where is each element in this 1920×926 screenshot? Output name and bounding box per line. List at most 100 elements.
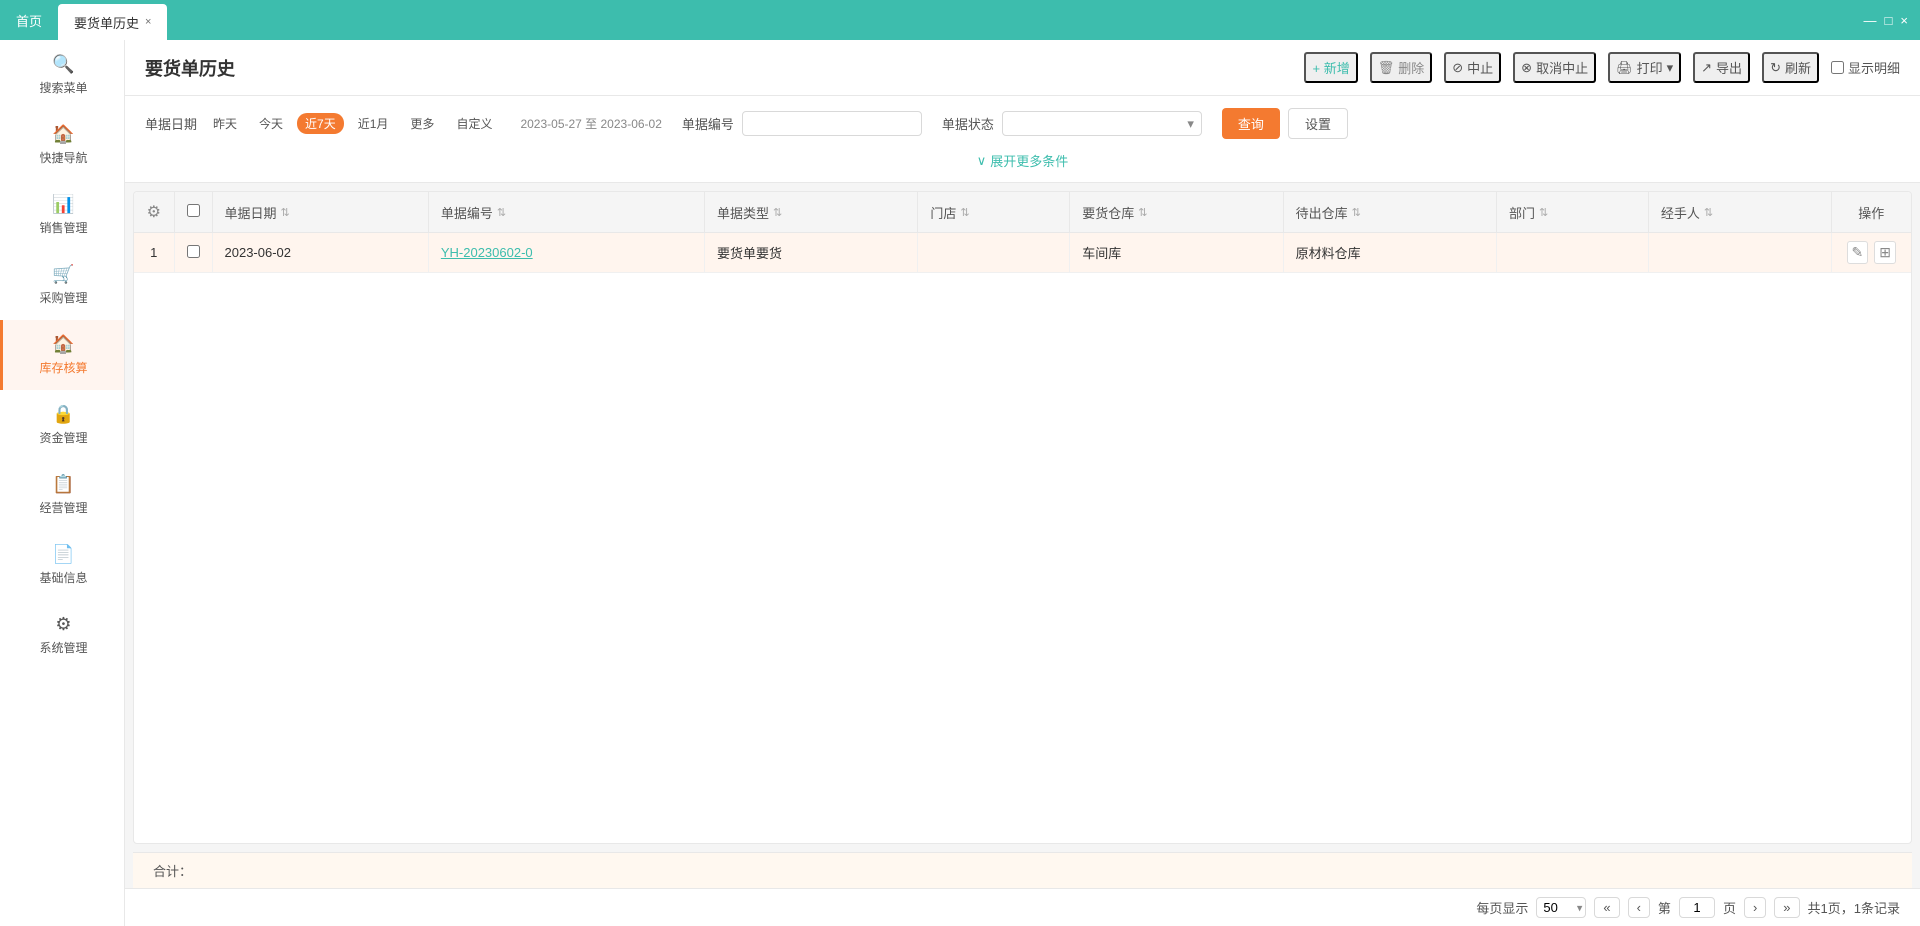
th-date-content: 单据日期 ⇅ bbox=[225, 203, 416, 222]
show-detail-checkbox[interactable] bbox=[1831, 61, 1844, 74]
page-label-suffix: 页 bbox=[1723, 898, 1736, 917]
new-button[interactable]: + 新增 bbox=[1304, 52, 1357, 83]
date-option-yesterday[interactable]: 昨天 bbox=[205, 113, 245, 134]
delete-icon: 🗑 bbox=[1378, 60, 1395, 76]
pending-warehouse-sort-icon[interactable]: ⇅ bbox=[1352, 206, 1361, 219]
current-page-input[interactable] bbox=[1679, 897, 1715, 918]
row-pendingwarehouse-0: 原材料仓库 bbox=[1283, 233, 1496, 273]
sidebar-item-sales-label: 销售管理 bbox=[39, 219, 87, 236]
date-option-custom[interactable]: 自定义 bbox=[448, 113, 500, 134]
doc-num-label: 单据编号 bbox=[682, 114, 734, 133]
doc-num-sort-icon[interactable]: ⇅ bbox=[497, 206, 506, 219]
sidebar-item-finance[interactable]: 🔒 资金管理 bbox=[0, 390, 124, 460]
last-page-btn[interactable]: » bbox=[1774, 897, 1799, 918]
refresh-button[interactable]: ↻ 刷新 bbox=[1762, 52, 1819, 83]
row-checkbox-0[interactable] bbox=[174, 233, 212, 273]
row-docnum-0[interactable]: YH-20230602-0 bbox=[428, 233, 704, 273]
purchase-icon: 🛒 bbox=[52, 264, 74, 285]
sidebar-item-system[interactable]: ⚙ 系统管理 bbox=[0, 600, 124, 670]
view-icon-0[interactable]: ⊞ bbox=[1874, 241, 1896, 264]
select-all-checkbox[interactable] bbox=[187, 204, 200, 217]
history-tab-label: 要货单历史 bbox=[74, 13, 139, 32]
sidebar-item-finance-label: 资金管理 bbox=[39, 429, 87, 446]
th-doc-num-label: 单据编号 bbox=[441, 203, 493, 222]
stop-button[interactable]: ⊘ 中止 bbox=[1444, 52, 1501, 83]
next-page-btn[interactable]: › bbox=[1744, 897, 1766, 918]
status-filter-group: 单据状态 bbox=[942, 111, 1202, 136]
sidebar-item-basic[interactable]: 📄 基础信息 bbox=[0, 530, 124, 600]
date-option-today[interactable]: 今天 bbox=[251, 113, 291, 134]
th-settings: ⚙ bbox=[134, 192, 174, 233]
show-detail-label[interactable]: 显示明细 bbox=[1831, 58, 1900, 77]
date-sort-icon[interactable]: ⇅ bbox=[281, 206, 290, 219]
sidebar-item-inventory[interactable]: 🏠 库存核算 bbox=[0, 320, 124, 390]
pagination-bar: 每页显示 20 50 100 200 « ‹ 第 页 › » 共1页，1条记录 bbox=[125, 888, 1920, 926]
delete-button[interactable]: 🗑 删除 bbox=[1370, 52, 1433, 83]
date-option-more[interactable]: 更多 bbox=[402, 113, 442, 134]
date-option-1month[interactable]: 近1月 bbox=[350, 113, 397, 134]
top-tabs: 首页 要货单历史 × bbox=[0, 0, 167, 40]
maximize-btn[interactable]: □ bbox=[1885, 13, 1893, 28]
print-icon: 🖨 bbox=[1616, 60, 1633, 76]
prev-page-btn[interactable]: ‹ bbox=[1628, 897, 1650, 918]
minimize-btn[interactable]: — bbox=[1864, 13, 1877, 28]
sidebar-item-quick-nav-label: 快捷导航 bbox=[39, 149, 87, 166]
handler-sort-icon[interactable]: ⇅ bbox=[1704, 206, 1713, 219]
sidebar-item-quick-nav[interactable]: 🏠 快捷导航 bbox=[0, 110, 124, 180]
expand-more-chevron: ∨ bbox=[977, 153, 987, 169]
per-page-select[interactable]: 20 50 100 200 bbox=[1536, 897, 1586, 918]
date-options: 昨天 今天 近7天 近1月 更多 自定义 bbox=[205, 113, 500, 134]
th-doc-type: 单据类型 ⇅ bbox=[705, 192, 918, 233]
store-sort-icon[interactable]: ⇅ bbox=[960, 206, 969, 219]
expand-more-btn[interactable]: ∨ 展开更多条件 bbox=[145, 147, 1900, 174]
print-button[interactable]: 🖨 打印 ▾ bbox=[1608, 52, 1681, 83]
export-icon: ↗ bbox=[1701, 60, 1712, 76]
table-footer: 合计： bbox=[133, 852, 1912, 888]
search-menu-icon: 🔍 bbox=[52, 54, 74, 75]
sidebar-item-purchase[interactable]: 🛒 采购管理 bbox=[0, 250, 124, 320]
filter-row-1: 单据日期 昨天 今天 近7天 近1月 更多 自定义 2023-05-27 至 2… bbox=[145, 108, 1900, 139]
row-doctype-0: 要货单要货 bbox=[705, 233, 918, 273]
row-index-0: 1 bbox=[134, 233, 174, 273]
status-select-wrapper bbox=[1002, 111, 1202, 136]
req-warehouse-sort-icon[interactable]: ⇅ bbox=[1138, 206, 1147, 219]
th-doc-type-label: 单据类型 bbox=[717, 203, 769, 222]
sidebar-item-operation[interactable]: 📋 经营管理 bbox=[0, 460, 124, 530]
query-button[interactable]: 查询 bbox=[1222, 108, 1280, 139]
history-tab[interactable]: 要货单历史 × bbox=[58, 4, 167, 40]
cancel-stop-button[interactable]: ⊗ 取消中止 bbox=[1513, 52, 1596, 83]
show-detail-text: 显示明细 bbox=[1848, 58, 1900, 77]
dept-sort-icon[interactable]: ⇅ bbox=[1539, 206, 1548, 219]
doc-num-link-0[interactable]: YH-20230602-0 bbox=[441, 245, 533, 260]
filter-action-buttons: 查询 设置 bbox=[1222, 108, 1348, 139]
export-button[interactable]: ↗ 导出 bbox=[1693, 52, 1750, 83]
sidebar-item-search-menu[interactable]: 🔍 搜索菜单 bbox=[0, 40, 124, 110]
sidebar-item-sales[interactable]: 📊 销售管理 bbox=[0, 180, 124, 250]
doc-type-sort-icon[interactable]: ⇅ bbox=[773, 206, 782, 219]
operation-icon: 📋 bbox=[52, 474, 74, 495]
th-operation: 操作 bbox=[1831, 192, 1911, 233]
th-req-warehouse: 要货仓库 ⇅ bbox=[1070, 192, 1283, 233]
close-tab-icon[interactable]: × bbox=[145, 16, 151, 28]
sales-icon: 📊 bbox=[52, 194, 74, 215]
setting-button[interactable]: 设置 bbox=[1288, 108, 1348, 139]
row-date-0: 2023-06-02 bbox=[212, 233, 428, 273]
th-req-warehouse-label: 要货仓库 bbox=[1082, 203, 1134, 222]
doc-num-input[interactable] bbox=[742, 111, 922, 136]
th-store: 门店 ⇅ bbox=[918, 192, 1070, 233]
total-info: 共1页，1条记录 bbox=[1808, 898, 1900, 917]
column-settings-icon[interactable]: ⚙ bbox=[147, 204, 161, 221]
date-range-group: 2023-05-27 至 2023-06-02 bbox=[520, 115, 661, 132]
home-tab[interactable]: 首页 bbox=[0, 0, 58, 40]
cancel-stop-button-label: 取消中止 bbox=[1536, 58, 1588, 77]
edit-icon-0[interactable]: ✎ bbox=[1847, 241, 1869, 264]
status-select[interactable] bbox=[1002, 111, 1202, 136]
window-close-btn[interactable]: × bbox=[1900, 13, 1908, 28]
th-pending-warehouse: 待出仓库 ⇅ bbox=[1283, 192, 1496, 233]
first-page-btn[interactable]: « bbox=[1594, 897, 1619, 918]
per-page-label: 每页显示 bbox=[1476, 898, 1528, 917]
date-option-7days[interactable]: 近7天 bbox=[297, 113, 344, 134]
th-pending-warehouse-label: 待出仓库 bbox=[1296, 203, 1348, 222]
data-table-container: ⚙ 单据日期 ⇅ 单据编号 bbox=[133, 191, 1912, 844]
row-handler-0 bbox=[1648, 233, 1831, 273]
